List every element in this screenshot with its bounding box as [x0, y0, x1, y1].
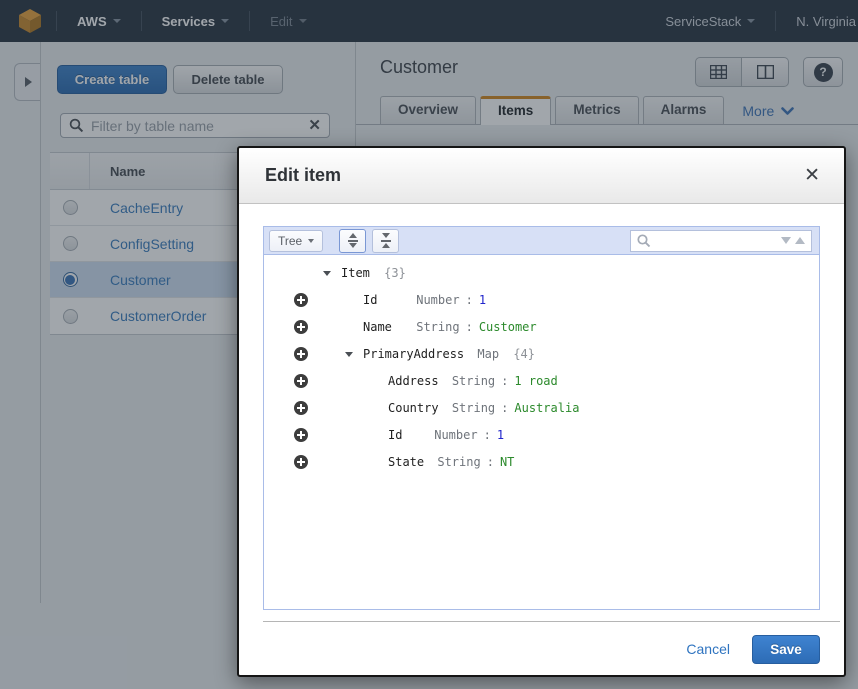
tree-colon: : [483, 428, 491, 442]
add-attribute-icon[interactable] [294, 401, 308, 415]
tree-row-primaryaddress: PrimaryAddress Map {4} [264, 341, 819, 368]
search-nav-arrows [781, 237, 805, 244]
editor-mode-label: Tree [278, 233, 303, 248]
tree-type: String [451, 374, 496, 388]
dialog-title: Edit item [265, 165, 342, 185]
editor-search-box [630, 229, 812, 252]
footer-divider [263, 621, 840, 622]
tree-field[interactable]: Name [363, 314, 403, 341]
add-attribute-icon[interactable] [294, 374, 308, 388]
tree-row-item: Item {3} [264, 260, 819, 287]
chevron-down-icon [308, 238, 315, 243]
dialog-footer: Cancel Save [239, 628, 844, 670]
tree-type: String [437, 455, 481, 469]
next-result-icon[interactable] [781, 237, 791, 244]
tree-view: Item {3} Id Number:1 Name String: Custome… [264, 255, 819, 609]
search-icon [637, 233, 651, 248]
tree-field[interactable]: Country [388, 395, 439, 422]
tree-row-name: Name String: Customer [264, 314, 819, 341]
save-button[interactable]: Save [752, 634, 820, 664]
tree-value[interactable]: Australia [514, 401, 579, 415]
tree-value[interactable]: NT [500, 455, 514, 469]
tree-field[interactable]: Id [363, 287, 403, 314]
tree-child-count: {4} [513, 347, 535, 361]
collapse-all-icon [381, 233, 390, 238]
add-attribute-icon[interactable] [294, 347, 308, 361]
close-icon[interactable]: ✕ [804, 164, 820, 187]
json-tree-editor: Tree Item {3} Id Number: 1 Name String … [263, 226, 820, 610]
tree-value[interactable]: Customer [479, 320, 537, 334]
collapse-node-icon[interactable] [345, 352, 353, 357]
tree-child-count: {3} [384, 266, 406, 280]
collapse-node-icon[interactable] [323, 271, 331, 276]
tree-value[interactable]: 1 [479, 293, 486, 307]
editor-search-input[interactable] [657, 233, 775, 248]
tree-row-country: Country String: Australia [264, 395, 819, 422]
previous-result-icon[interactable] [795, 237, 805, 244]
add-attribute-icon[interactable] [294, 428, 308, 442]
tree-field[interactable]: Address [388, 368, 439, 395]
tree-row-id: Id Number:1 [264, 287, 819, 314]
expand-all-icon [348, 233, 357, 238]
tree-colon: : [501, 401, 509, 415]
tree-colon: : [501, 374, 509, 388]
cancel-button[interactable]: Cancel [686, 641, 730, 657]
tree-field[interactable]: State [388, 449, 424, 476]
tree-colon: : [465, 293, 473, 307]
tree-row-state: State String: NT [264, 449, 819, 476]
editor-toolbar: Tree [264, 227, 819, 255]
tree-field[interactable]: PrimaryAddress [363, 347, 464, 361]
add-attribute-icon[interactable] [294, 320, 308, 334]
collapse-all-button[interactable] [372, 228, 400, 253]
tree-value[interactable]: 1 [497, 428, 504, 442]
tree-field: Item [341, 266, 370, 280]
tree-row-id2: Id Number:1 [264, 422, 819, 449]
tree-type: Number [434, 428, 478, 442]
tree-type: Map [477, 347, 500, 361]
tree-colon: : [465, 320, 473, 334]
dialog-header: Edit item ✕ [239, 148, 844, 204]
add-attribute-icon[interactable] [294, 293, 308, 307]
tree-row-address: Address String:1 road [264, 368, 819, 395]
tree-type: String [416, 320, 460, 334]
edit-item-dialog: Edit item ✕ Tree Item {3} Id Number: 1 … [237, 146, 846, 677]
tree-type: Number [416, 293, 460, 307]
editor-mode-dropdown[interactable]: Tree [269, 229, 324, 252]
expand-all-button[interactable] [339, 228, 367, 253]
tree-colon: : [486, 455, 494, 469]
tree-value[interactable]: 1 road [514, 374, 557, 388]
tree-type: String [451, 401, 496, 415]
add-attribute-icon[interactable] [294, 455, 308, 469]
tree-field[interactable]: Id [388, 422, 421, 449]
